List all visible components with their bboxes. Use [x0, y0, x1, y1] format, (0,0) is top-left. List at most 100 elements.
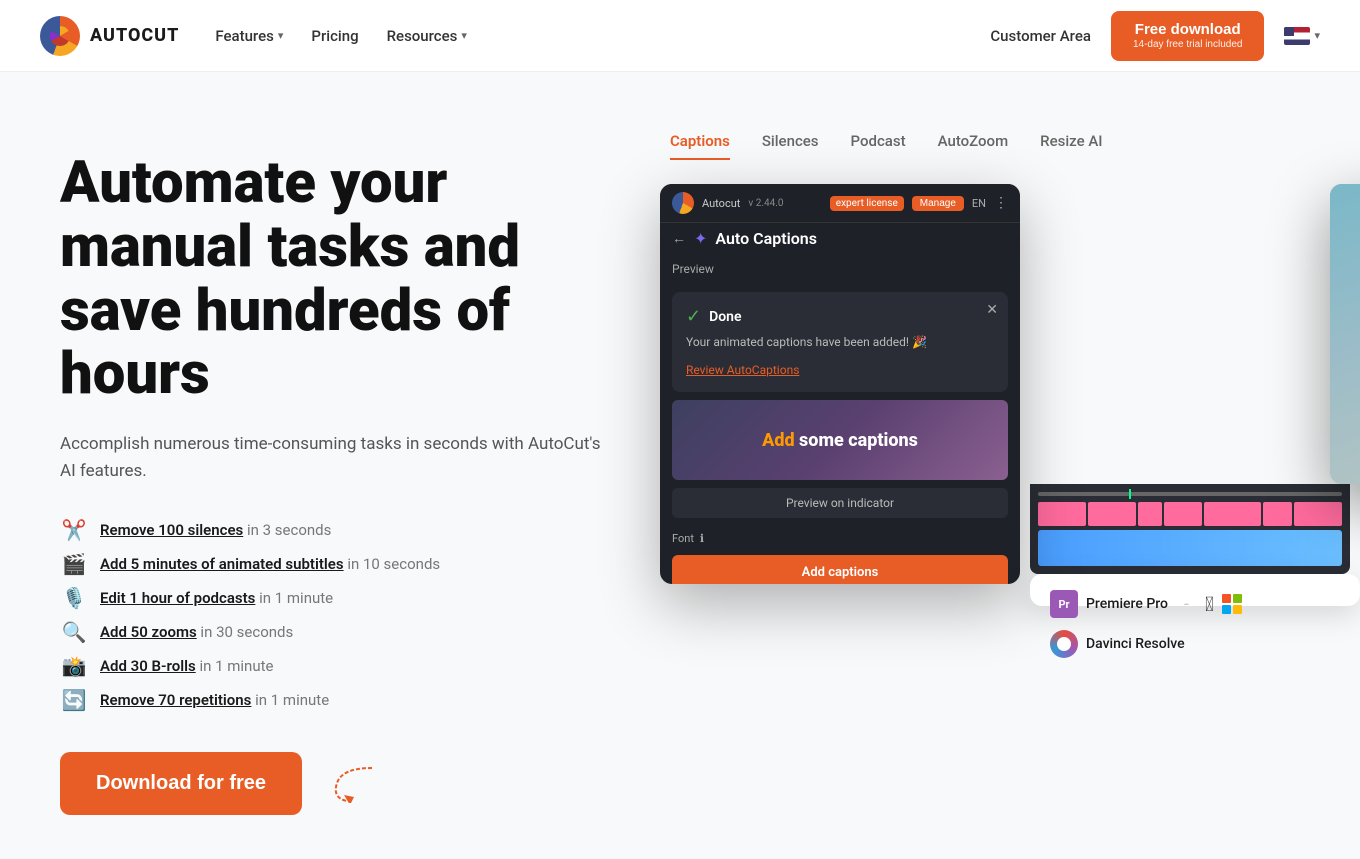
- logo-icon: [40, 16, 80, 56]
- download-button[interactable]: Download for free: [60, 752, 302, 815]
- screen-title: Auto Captions: [715, 229, 817, 248]
- os-icons: : [1205, 592, 1242, 616]
- badge-row-2: Davinci Resolve: [1050, 630, 1340, 658]
- tab-resize-ai[interactable]: Resize AI: [1040, 132, 1102, 160]
- free-download-button[interactable]: Free download 14-day free trial included: [1111, 11, 1265, 61]
- done-dialog: ✓ Done ✕ Your animated captions have bee…: [672, 292, 1008, 392]
- app-name-label: Autocut: [702, 197, 740, 210]
- nav-right: Customer Area Free download 14-day free …: [990, 11, 1320, 61]
- nav-features[interactable]: Features ▾: [215, 19, 283, 53]
- feature-item-3: 🔍 Add 50 zooms in 30 seconds: [60, 620, 620, 644]
- tab-captions[interactable]: Captions: [670, 132, 730, 160]
- feature-link-5[interactable]: Remove 70 repetitions: [100, 691, 251, 709]
- win-quad-4: [1233, 605, 1242, 614]
- feature-link-1[interactable]: Add 5 minutes of animated subtitles: [100, 555, 344, 573]
- captions-icon: 🎬: [60, 552, 88, 576]
- scissors-icon: ✂️: [60, 518, 88, 542]
- feature-link-4[interactable]: Add 30 B-rolls: [100, 657, 196, 675]
- feature-item-1: 🎬 Add 5 minutes of animated subtitles in…: [60, 552, 620, 576]
- timeline-seg-5: [1204, 502, 1261, 526]
- feature-item-0: ✂️ Remove 100 silences in 3 seconds: [60, 518, 620, 542]
- download-row: Download for free: [60, 752, 620, 815]
- davinci-label: Davinci Resolve: [1086, 636, 1185, 652]
- app-menu-icon[interactable]: ⋮: [994, 195, 1008, 211]
- caption-word-add: Add: [762, 430, 794, 451]
- customer-area-link[interactable]: Customer Area: [990, 27, 1091, 45]
- app-header-right: expert license Manage EN ⋮: [830, 195, 1008, 211]
- nav-resources[interactable]: Resources ▾: [387, 19, 467, 53]
- feature-item-2: 🎙️ Edit 1 hour of podcasts in 1 minute: [60, 586, 620, 610]
- win-quad-1: [1222, 594, 1231, 603]
- navbar: AUTOCUT Features ▾ Pricing Resources ▾ C…: [0, 0, 1360, 72]
- language-selector[interactable]: ▾: [1284, 27, 1320, 45]
- close-icon[interactable]: ✕: [986, 302, 998, 318]
- caption-preview-text: Add some captions: [762, 430, 918, 451]
- tab-silences[interactable]: Silences: [762, 132, 819, 160]
- timeline-cursor: [1129, 489, 1131, 499]
- timeline-seg-2: [1088, 502, 1136, 526]
- broll-icon: 📸: [60, 654, 88, 678]
- video-preview-panel: rewards it very well: [1330, 184, 1360, 484]
- app-header: Autocut v 2.44.0 expert license Manage E…: [660, 184, 1020, 223]
- timeline-audio-track: [1038, 530, 1342, 566]
- tab-autozoom[interactable]: AutoZoom: [938, 132, 1009, 160]
- video-thumbnail: rewards it very well: [1330, 184, 1360, 484]
- captions-added-msg: Your animated captions have been added! …: [686, 335, 994, 349]
- timeline-seg-4: [1164, 502, 1202, 526]
- app-back-row: ← ✦ Auto Captions: [660, 223, 1020, 254]
- nav-links: Features ▾ Pricing Resources ▾: [215, 19, 467, 53]
- preview-indicator-btn[interactable]: Preview on indicator: [672, 488, 1008, 518]
- tab-podcast[interactable]: Podcast: [851, 132, 906, 160]
- hero-left: Automate your manual tasks and save hund…: [60, 132, 620, 815]
- feature-link-0[interactable]: Remove 100 silences: [100, 521, 243, 539]
- hero-title: Automate your manual tasks and save hund…: [60, 152, 620, 407]
- feature-time-4: in 1 minute: [199, 657, 273, 675]
- check-circle-icon: ✓: [686, 306, 701, 327]
- davinci-icon: [1050, 630, 1078, 658]
- done-row: ✓ Done: [686, 306, 994, 327]
- manage-button[interactable]: Manage: [912, 196, 964, 211]
- preview-video: Add some captions: [672, 400, 1008, 480]
- app-screenshot: Autocut v 2.44.0 expert license Manage E…: [660, 184, 1020, 584]
- video-caption-overlay: rewards it very well: [1330, 419, 1360, 444]
- screenshot-container: Autocut v 2.44.0 expert license Manage E…: [660, 184, 1300, 584]
- logo-text: AUTOCUT: [90, 25, 179, 46]
- zoom-icon: 🔍: [60, 620, 88, 644]
- arrow-decoration: [322, 763, 382, 803]
- software-badges: Pr Premiere Pro - : [1030, 574, 1360, 606]
- feature-link-3[interactable]: Add 50 zooms: [100, 623, 197, 641]
- done-title: Done: [709, 309, 741, 325]
- us-flag-icon: [1284, 27, 1310, 45]
- windows-icon: [1222, 594, 1242, 614]
- win-quad-2: [1233, 594, 1242, 603]
- font-label: Font: [672, 532, 694, 545]
- nav-left: AUTOCUT Features ▾ Pricing Resources ▾: [40, 16, 467, 56]
- feature-time-2: in 1 minute: [259, 589, 333, 607]
- app-logo-row: Autocut v 2.44.0: [672, 192, 783, 214]
- add-captions-button[interactable]: Add captions: [672, 555, 1008, 584]
- lang-chevron-icon: ▾: [1314, 29, 1320, 42]
- app-license-badge: expert license: [830, 196, 904, 211]
- timeline-scrubber: [1038, 492, 1342, 496]
- feature-time-0: in 3 seconds: [247, 521, 331, 539]
- hero-subtitle: Accomplish numerous time-consuming tasks…: [60, 431, 620, 485]
- back-icon[interactable]: ←: [672, 230, 686, 247]
- timeline-seg-7: [1294, 502, 1342, 526]
- feature-item-4: 📸 Add 30 B-rolls in 1 minute: [60, 654, 620, 678]
- nav-pricing[interactable]: Pricing: [311, 19, 358, 53]
- timeline-seg-6: [1263, 502, 1292, 526]
- feature-list: ✂️ Remove 100 silences in 3 seconds 🎬 Ad…: [60, 518, 620, 712]
- apple-icon: : [1205, 592, 1214, 616]
- app-version: v 2.44.0: [748, 198, 783, 209]
- logo[interactable]: AUTOCUT: [40, 16, 179, 56]
- resources-chevron-icon: ▾: [461, 29, 467, 42]
- app-lang: EN: [972, 197, 986, 210]
- feature-item-5: 🔄 Remove 70 repetitions in 1 minute: [60, 688, 620, 712]
- timeline-seg-1: [1038, 502, 1086, 526]
- hero-right: Captions Silences Podcast AutoZoom Resiz…: [660, 132, 1300, 584]
- font-row: Font ℹ: [660, 526, 1020, 551]
- review-link[interactable]: Review AutoCaptions: [686, 363, 799, 377]
- feature-time-5: in 1 minute: [255, 691, 329, 709]
- caption-word-rest: some captions: [795, 430, 918, 451]
- feature-link-2[interactable]: Edit 1 hour of podcasts: [100, 589, 255, 607]
